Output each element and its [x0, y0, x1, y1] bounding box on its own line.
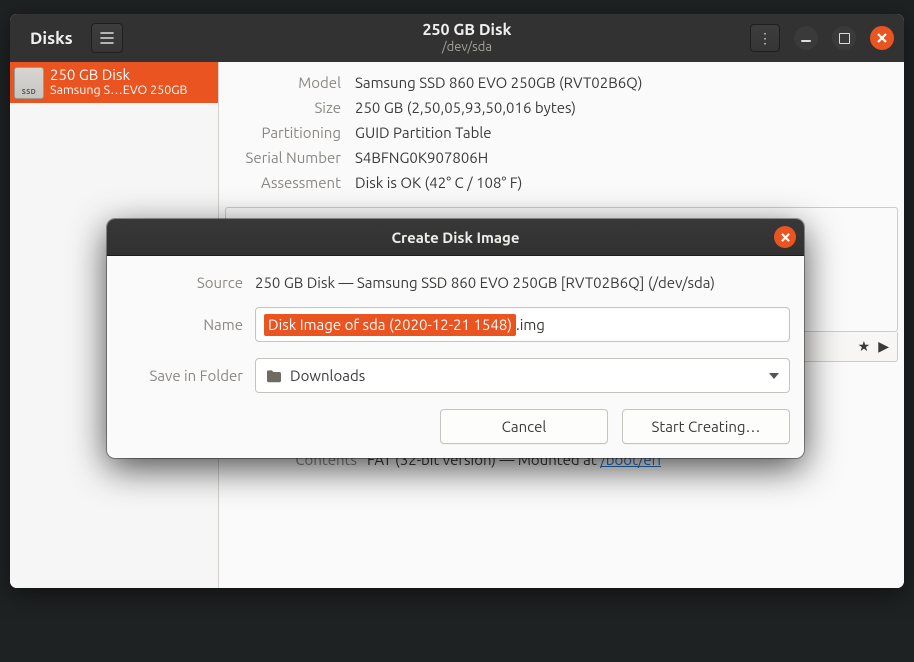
- cancel-button[interactable]: Cancel: [440, 409, 608, 444]
- name-selection: Disk Image of sda (2020-12-21 1548): [264, 314, 516, 336]
- dialog-body: Source 250 GB Disk — Samsung SSD 860 EVO…: [107, 256, 804, 458]
- value-serial: S4BFNG0K907806H: [355, 149, 892, 166]
- label-assessment: Assessment: [219, 174, 341, 191]
- label-size: Size: [219, 99, 341, 116]
- folder-icon: [266, 369, 282, 383]
- create-disk-image-dialog: Create Disk Image Source 250 GB Disk — S…: [107, 219, 804, 458]
- play-icon[interactable]: ▶: [878, 338, 889, 355]
- label-partitioning: Partitioning: [219, 124, 341, 141]
- label-model: Model: [219, 74, 341, 91]
- value-partitioning: GUID Partition Table: [355, 124, 892, 141]
- label-serial: Serial Number: [219, 149, 341, 166]
- dialog-close-button[interactable]: [774, 226, 796, 248]
- close-icon: [781, 233, 790, 242]
- cancel-button-label: Cancel: [502, 418, 547, 435]
- window-minimize-button[interactable]: [794, 26, 818, 50]
- close-icon: [877, 33, 887, 43]
- disk-properties: Model Samsung SSD 860 EVO 250GB (RVT02B6…: [219, 74, 904, 191]
- dialog-title: Create Disk Image: [391, 229, 519, 246]
- start-creating-button[interactable]: Start Creating…: [622, 409, 790, 444]
- sidebar-disk-title: 250 GB Disk: [50, 67, 187, 84]
- value-source: 250 GB Disk — Samsung SSD 860 EVO 250GB …: [255, 274, 790, 291]
- dialog-titlebar: Create Disk Image: [107, 219, 804, 256]
- header-subtitle: /dev/sda: [442, 40, 492, 55]
- sidebar-disk-item[interactable]: SSD 250 GB Disk Samsung S…EVO 250GB: [10, 62, 218, 103]
- header-title: 250 GB Disk: [423, 21, 512, 39]
- value-model: Samsung SSD 860 EVO 250GB (RVT02B6Q): [355, 74, 892, 91]
- star-icon[interactable]: ★: [858, 338, 871, 355]
- value-size: 250 GB (2,50,05,93,50,016 bytes): [355, 99, 892, 116]
- sidebar-disk-subtitle: Samsung S…EVO 250GB: [50, 84, 187, 98]
- app-menu-button[interactable]: [91, 23, 123, 53]
- drive-options-button[interactable]: ⋮: [750, 24, 780, 52]
- folder-name: Downloads: [290, 367, 365, 384]
- hamburger-icon: [100, 32, 114, 44]
- start-creating-button-label: Start Creating…: [652, 418, 761, 435]
- window-close-button[interactable]: [870, 26, 894, 50]
- value-assessment: Disk is OK (42° C / 108° F): [355, 174, 892, 191]
- label-folder: Save in Folder: [121, 367, 243, 384]
- name-input[interactable]: Disk Image of sda (2020-12-21 1548).img: [255, 307, 790, 342]
- label-name: Name: [121, 316, 243, 333]
- chevron-down-icon: [769, 373, 779, 379]
- label-source: Source: [121, 274, 243, 291]
- kebab-icon: ⋮: [758, 30, 772, 47]
- app-title: Disks: [30, 29, 73, 48]
- ssd-icon: SSD: [14, 67, 44, 99]
- name-suffix: .img: [516, 316, 545, 333]
- save-folder-chooser[interactable]: Downloads: [255, 358, 790, 393]
- titlebar: Disks 250 GB Disk /dev/sda ⋮: [10, 14, 904, 62]
- window-maximize-button[interactable]: [832, 26, 856, 50]
